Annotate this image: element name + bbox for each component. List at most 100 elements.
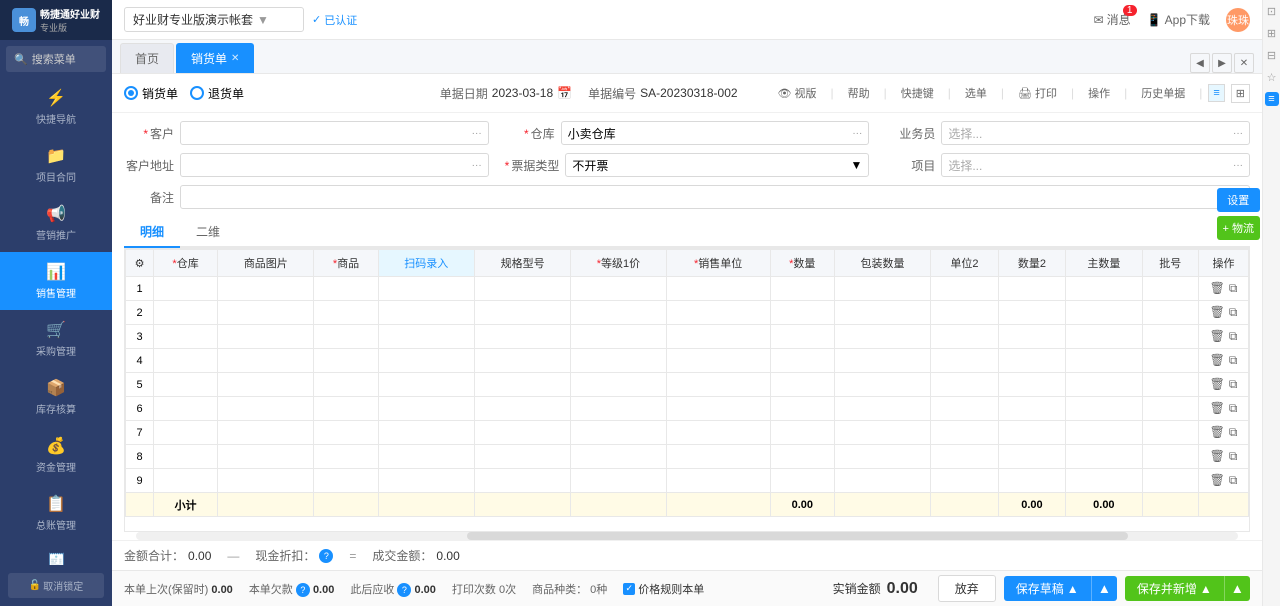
row-num-8: 8 <box>126 445 154 469</box>
row-num-7: 7 <box>126 421 154 445</box>
delete-row-icon[interactable]: 🗑 <box>1208 473 1227 487</box>
debt-amount: 本单欠款 ? 0.00 <box>249 581 335 597</box>
tab-2d[interactable]: 二维 <box>180 217 236 248</box>
save-new-button-group: 保存并新增 ▲ ▲ <box>1125 576 1250 601</box>
th-product: *商品 <box>314 250 378 277</box>
delete-row-icon[interactable]: 🗑 <box>1208 305 1227 319</box>
warehouse-input[interactable]: 小卖仓库 ··· <box>561 121 870 145</box>
sidebar-item-project[interactable]: 📁 项目合同 <box>0 136 112 194</box>
search-menu-button[interactable]: 🔍 搜索菜单 <box>6 46 106 72</box>
invoice-type-select[interactable]: 不开票 ▼ <box>565 153 869 177</box>
setup-button[interactable]: 设置 <box>1217 188 1260 212</box>
project-input[interactable]: 选择... ··· <box>941 153 1250 177</box>
th-main-qty: 主数量 <box>1066 250 1142 277</box>
tab-close-all-button[interactable]: ✕ <box>1234 53 1254 73</box>
sidebar-item-invoice[interactable]: 🧾 发票管理 <box>0 542 112 565</box>
abandon-button[interactable]: 放弃 <box>938 575 996 602</box>
product-type-count: 商品种类： 0种 <box>532 581 607 597</box>
sidebar-item-quick-nav[interactable]: ⚡ 快捷导航 <box>0 78 112 136</box>
operate-button[interactable]: 操作 <box>1080 82 1118 104</box>
save-draft-dropdown-button[interactable]: ▲ <box>1091 576 1117 601</box>
amount-total: 金额合计： 0.00 <box>124 547 211 564</box>
copy-row-icon[interactable]: ⧉ <box>1227 473 1240 487</box>
delete-row-icon[interactable]: 🗑 <box>1208 329 1227 343</box>
tab-prev-button[interactable]: ◀ <box>1190 53 1210 73</box>
right-panel-icon-5[interactable]: ≡ <box>1265 92 1279 106</box>
subtotal-qty2: 0.00 <box>998 493 1065 517</box>
logo-area: 畅 畅捷通好业财 专业版 <box>0 0 112 40</box>
save-new-dropdown-button[interactable]: ▲ <box>1224 576 1250 601</box>
project-field-row: 项目 选择... ··· <box>885 153 1250 177</box>
right-panel-icon-2[interactable]: ⊞ <box>1265 26 1279 40</box>
th-specs: 规格型号 <box>474 250 570 277</box>
copy-row-icon[interactable]: ⧉ <box>1227 281 1240 295</box>
discount-info-icon[interactable]: ? <box>319 549 333 563</box>
price-rule-checkbox[interactable]: ✓ 价格规则本单 <box>623 581 704 597</box>
chevron-down-icon: ▼ <box>850 158 862 172</box>
save-new-button[interactable]: 保存并新增 ▲ <box>1125 576 1224 601</box>
horizontal-scrollbar[interactable] <box>136 532 1238 540</box>
delete-row-icon[interactable]: 🗑 <box>1208 353 1227 367</box>
copy-row-icon[interactable]: ⧉ <box>1227 449 1240 463</box>
salesperson-field-row: 业务员 选择... ··· <box>885 121 1250 145</box>
preview-button[interactable]: 👁 视版 <box>770 82 825 104</box>
copy-row-icon[interactable]: ⧉ <box>1227 329 1240 343</box>
delete-row-icon[interactable]: 🗑 <box>1208 377 1227 391</box>
sidebar-item-inventory[interactable]: 📦 库存核算 <box>0 368 112 426</box>
copy-row-icon[interactable]: ⧉ <box>1227 425 1240 439</box>
tab-sales-order[interactable]: 销货单 ✕ <box>176 43 254 73</box>
view-toggle-grid[interactable]: ⊞ <box>1231 84 1250 103</box>
customer-address-input[interactable]: ··· <box>180 153 489 177</box>
copy-row-icon[interactable]: ⧉ <box>1227 305 1240 319</box>
notes-input[interactable] <box>180 185 1250 209</box>
save-draft-button[interactable]: 保存草稿 ▲ <box>1004 576 1091 601</box>
customer-input[interactable]: ··· <box>180 121 489 145</box>
save-draft-button-group: 保存草稿 ▲ ▲ <box>1004 576 1117 601</box>
search-area: 🔍 搜索菜单 <box>0 40 112 78</box>
tab-close-icon[interactable]: ✕ <box>231 53 239 64</box>
row-num-2: 2 <box>126 301 154 325</box>
th-quantity: *数量 <box>770 250 834 277</box>
copy-row-icon[interactable]: ⧉ <box>1227 353 1240 367</box>
view-toggle-list[interactable]: ≡ <box>1208 84 1224 102</box>
debt-info-icon[interactable]: ? <box>296 583 310 597</box>
right-panel-icon-1[interactable]: ⊡ <box>1265 4 1279 18</box>
subtotal-label: 小计 <box>154 493 218 517</box>
copy-row-icon[interactable]: ⧉ <box>1227 377 1240 391</box>
right-panel-icon-3[interactable]: ⊟ <box>1265 48 1279 62</box>
sales-order-radio[interactable]: 销货单 <box>124 85 178 102</box>
calendar-icon[interactable]: 📅 <box>557 86 572 100</box>
shortcut-button[interactable]: 快捷键 <box>893 82 942 104</box>
help-button[interactable]: 帮助 <box>840 82 878 104</box>
sidebar-item-funds[interactable]: 💰 资金管理 <box>0 426 112 484</box>
copy-row-icon[interactable]: ⧉ <box>1227 401 1240 415</box>
return-order-radio[interactable]: 退货单 <box>190 85 244 102</box>
tab-detail[interactable]: 明细 <box>124 217 180 248</box>
sidebar-item-sales[interactable]: 📊 销售管理 <box>0 252 112 310</box>
message-action[interactable]: ✉ 消息 1 <box>1094 11 1131 28</box>
th-settings[interactable]: ⚙ <box>126 250 154 277</box>
company-selector[interactable]: 好业财专业版演示帐套 ▼ <box>124 7 304 32</box>
tab-next-button[interactable]: ▶ <box>1212 53 1232 73</box>
tab-home[interactable]: 首页 <box>120 43 174 73</box>
print-button[interactable]: 🖨 打印 <box>1010 82 1065 104</box>
customer-label: 客户 <box>124 125 174 142</box>
right-panel-icon-4[interactable]: ☆ <box>1265 70 1279 84</box>
delete-row-icon[interactable]: 🗑 <box>1208 401 1227 415</box>
follow-collect-info-icon[interactable]: ? <box>397 583 411 597</box>
salesperson-input[interactable]: 选择... ··· <box>941 121 1250 145</box>
sidebar-item-marketing[interactable]: 📢 营销推广 <box>0 194 112 252</box>
select-button[interactable]: 选单 <box>957 82 995 104</box>
user-action[interactable]: 珠珠 <box>1226 8 1250 32</box>
table-wrapper[interactable]: ⚙ *仓库 商品图片 *商品 扫码录入 规格型号 *等级1价 *销售单位 *数量… <box>124 248 1250 532</box>
delete-row-icon[interactable]: 🗑 <box>1208 425 1227 439</box>
history-button[interactable]: 历史单据 <box>1133 82 1193 104</box>
th-actions: 操作 <box>1199 250 1249 277</box>
sidebar-item-ledger[interactable]: 📋 总账管理 <box>0 484 112 542</box>
sidebar-item-purchase[interactable]: 🛒 采购管理 <box>0 310 112 368</box>
app-download-action[interactable]: 📱 App下载 <box>1147 11 1210 28</box>
add-logistics-button[interactable]: + 物流 <box>1217 216 1260 240</box>
delete-row-icon[interactable]: 🗑 <box>1208 449 1227 463</box>
delete-row-icon[interactable]: 🗑 <box>1208 281 1227 295</box>
cancel-fixed-button[interactable]: 🔓 取消锁定 <box>8 573 104 598</box>
